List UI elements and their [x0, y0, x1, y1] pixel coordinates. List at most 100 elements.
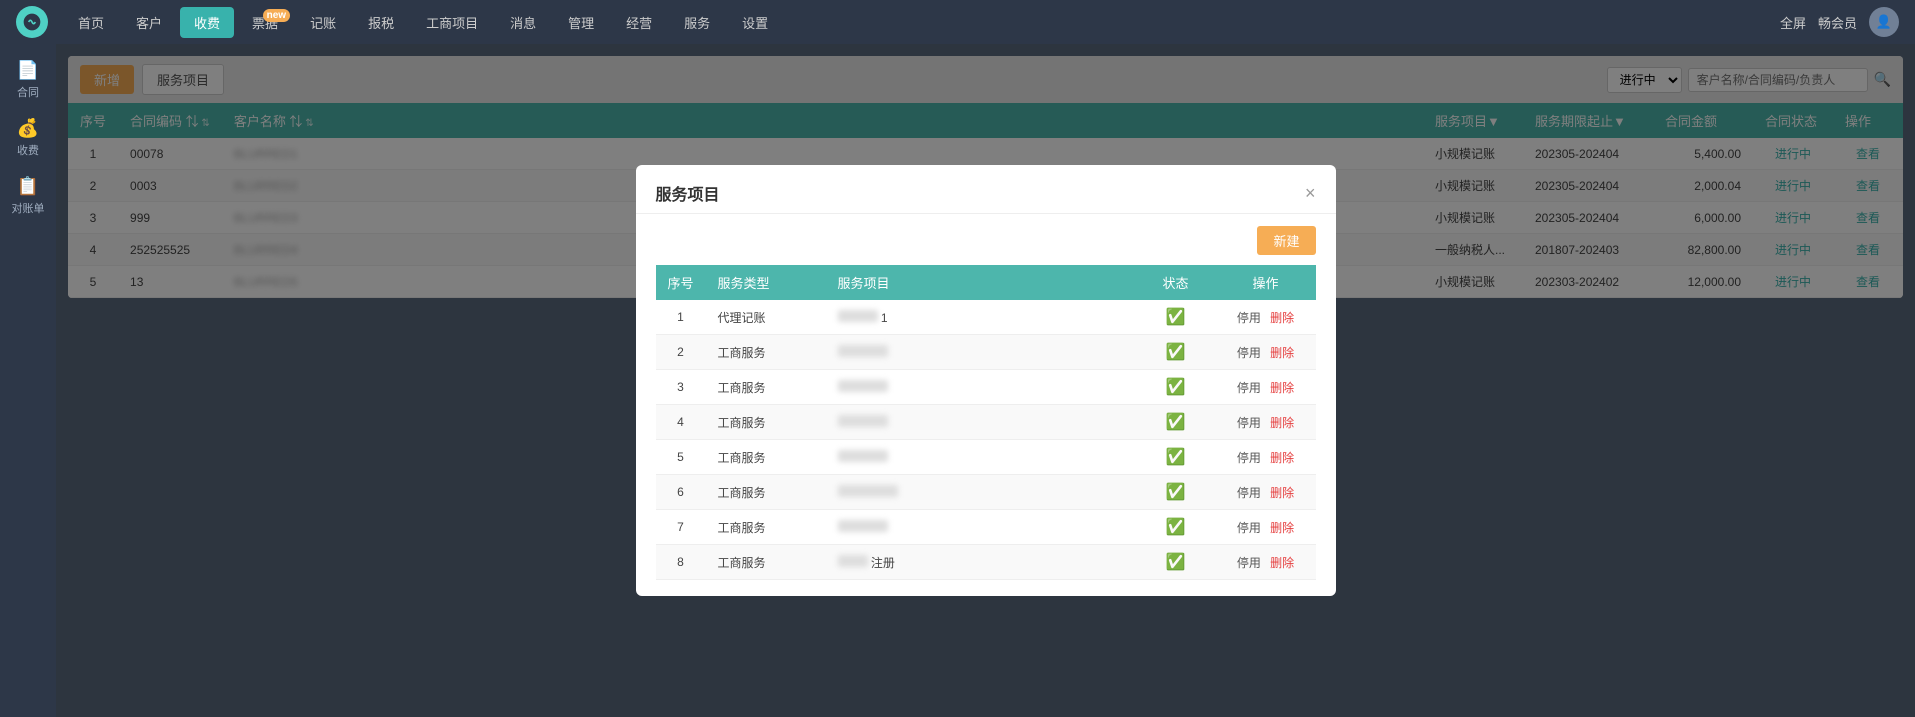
modal-table-row: 2 工商服务 ✅ 停用 删除 [656, 335, 1316, 370]
sidebar-item-billing[interactable]: 💰 收费 [3, 110, 53, 166]
modal-cell-status: ✅ [1136, 440, 1216, 475]
modal-header-row: 序号 服务类型 服务项目 状态 操作 [656, 265, 1316, 300]
modal-cell-num: 1 [656, 300, 706, 335]
main-layout: 📄 合同 💰 收费 📋 对账单 新增 服务项目 进行中 已结束 全部 [0, 44, 1915, 717]
nav-manage[interactable]: 管理 [554, 7, 608, 38]
stop-button[interactable]: 停用 [1237, 381, 1261, 395]
delete-button[interactable]: 删除 [1270, 556, 1294, 570]
modal-cell-type: 工商服务 [706, 545, 826, 580]
nav-client[interactable]: 客户 [122, 7, 176, 38]
membership-btn[interactable]: 畅会员 [1818, 13, 1857, 32]
modal-toolbar: 新建 [656, 226, 1316, 255]
nav-operation[interactable]: 经营 [612, 7, 666, 38]
status-check-icon: ✅ [1166, 379, 1186, 396]
nav-message[interactable]: 消息 [496, 7, 550, 38]
new-badge: new [263, 9, 290, 22]
modal-cell-item [826, 405, 1136, 440]
modal-cell-num: 5 [656, 440, 706, 475]
modal-cell-num: 2 [656, 335, 706, 370]
stop-button[interactable]: 停用 [1237, 311, 1261, 325]
nav-settings[interactable]: 设置 [728, 7, 782, 38]
delete-button[interactable]: 删除 [1270, 346, 1294, 360]
stop-button[interactable]: 停用 [1237, 451, 1261, 465]
modal-cell-action: 停用 删除 [1216, 335, 1316, 370]
modal-cell-item [826, 440, 1136, 475]
modal-title: 服务项目 [656, 181, 720, 205]
stop-button[interactable]: 停用 [1237, 556, 1261, 570]
modal-th-item: 服务项目 [826, 265, 1136, 300]
modal-cell-num: 7 [656, 510, 706, 545]
modal-cell-status: ✅ [1136, 335, 1216, 370]
status-check-icon: ✅ [1166, 309, 1186, 326]
sidebar-label-reconcile: 对账单 [12, 200, 45, 216]
delete-button[interactable]: 删除 [1270, 416, 1294, 430]
modal-overlay[interactable]: 服务项目 × 新建 序号 服务类型 服务项目 状态 [56, 44, 1915, 717]
status-check-icon: ✅ [1166, 554, 1186, 571]
delete-button[interactable]: 删除 [1270, 521, 1294, 535]
fullscreen-btn[interactable]: 全屏 [1780, 13, 1806, 32]
modal-cell-action: 停用 删除 [1216, 300, 1316, 335]
modal-cell-type: 工商服务 [706, 335, 826, 370]
stop-button[interactable]: 停用 [1237, 346, 1261, 360]
modal-th-type: 服务类型 [706, 265, 826, 300]
modal-cell-item [826, 475, 1136, 510]
modal-cell-status: ✅ [1136, 300, 1216, 335]
status-check-icon: ✅ [1166, 414, 1186, 431]
modal-close-button[interactable]: × [1305, 184, 1316, 202]
modal-cell-action: 停用 删除 [1216, 405, 1316, 440]
modal-cell-item [826, 510, 1136, 545]
modal-table-row: 7 工商服务 ✅ 停用 删除 [656, 510, 1316, 545]
delete-button[interactable]: 删除 [1270, 451, 1294, 465]
left-sidebar: 📄 合同 💰 收费 📋 对账单 [0, 44, 56, 717]
modal-th-status: 状态 [1136, 265, 1216, 300]
modal-new-button[interactable]: 新建 [1257, 226, 1315, 255]
modal-cell-action: 停用 删除 [1216, 440, 1316, 475]
nav-right-area: 全屏 畅会员 👤 [1780, 7, 1899, 37]
nav-billing[interactable]: 收费 [180, 7, 234, 38]
modal-cell-item: 注册 [826, 545, 1136, 580]
modal-cell-type: 工商服务 [706, 405, 826, 440]
nav-service[interactable]: 服务 [670, 7, 724, 38]
modal-cell-type: 代理记账 [706, 300, 826, 335]
stop-button[interactable]: 停用 [1237, 416, 1261, 430]
logo[interactable] [16, 6, 48, 38]
modal-cell-num: 6 [656, 475, 706, 510]
modal-cell-action: 停用 删除 [1216, 510, 1316, 545]
modal-cell-status: ✅ [1136, 475, 1216, 510]
modal-cell-action: 停用 删除 [1216, 370, 1316, 405]
modal-cell-action: 停用 删除 [1216, 545, 1316, 580]
nav-invoice[interactable]: 票据 new [238, 7, 292, 38]
modal-table-row: 5 工商服务 ✅ 停用 删除 [656, 440, 1316, 475]
stop-button[interactable]: 停用 [1237, 521, 1261, 535]
sidebar-item-reconcile[interactable]: 📋 对账单 [3, 168, 53, 224]
status-check-icon: ✅ [1166, 519, 1186, 536]
modal-table-row: 4 工商服务 ✅ 停用 删除 [656, 405, 1316, 440]
service-modal: 服务项目 × 新建 序号 服务类型 服务项目 状态 [636, 165, 1336, 596]
modal-cell-status: ✅ [1136, 545, 1216, 580]
nav-commerce[interactable]: 工商项目 [412, 7, 492, 38]
service-table: 序号 服务类型 服务项目 状态 操作 1 代理记账 1 ✅ 停用 删除 [656, 265, 1316, 580]
modal-th-action: 操作 [1216, 265, 1316, 300]
modal-table-row: 6 工商服务 ✅ 停用 删除 [656, 475, 1316, 510]
user-avatar[interactable]: 👤 [1869, 7, 1899, 37]
modal-table-row: 8 工商服务 注册 ✅ 停用 删除 [656, 545, 1316, 580]
stop-button[interactable]: 停用 [1237, 486, 1261, 500]
nav-bookkeeping[interactable]: 记账 [296, 7, 350, 38]
sidebar-label-contract: 合同 [17, 84, 39, 100]
nav-tax[interactable]: 报税 [354, 7, 408, 38]
top-navigation: 首页 客户 收费 票据 new 记账 报税 工商项目 消息 管理 经营 服务 设… [0, 0, 1915, 44]
billing-icon: 💰 [17, 118, 39, 139]
contract-icon: 📄 [17, 60, 39, 81]
nav-home[interactable]: 首页 [64, 7, 118, 38]
main-content: 新增 服务项目 进行中 已结束 全部 🔍 序号 合同编码 ⇅ [56, 44, 1915, 717]
status-check-icon: ✅ [1166, 344, 1186, 361]
sidebar-item-contract[interactable]: 📄 合同 [3, 52, 53, 108]
modal-table-row: 3 工商服务 ✅ 停用 删除 [656, 370, 1316, 405]
modal-cell-num: 4 [656, 405, 706, 440]
modal-cell-type: 工商服务 [706, 475, 826, 510]
delete-button[interactable]: 删除 [1270, 311, 1294, 325]
delete-button[interactable]: 删除 [1270, 381, 1294, 395]
modal-cell-item [826, 335, 1136, 370]
delete-button[interactable]: 删除 [1270, 486, 1294, 500]
modal-cell-item [826, 370, 1136, 405]
